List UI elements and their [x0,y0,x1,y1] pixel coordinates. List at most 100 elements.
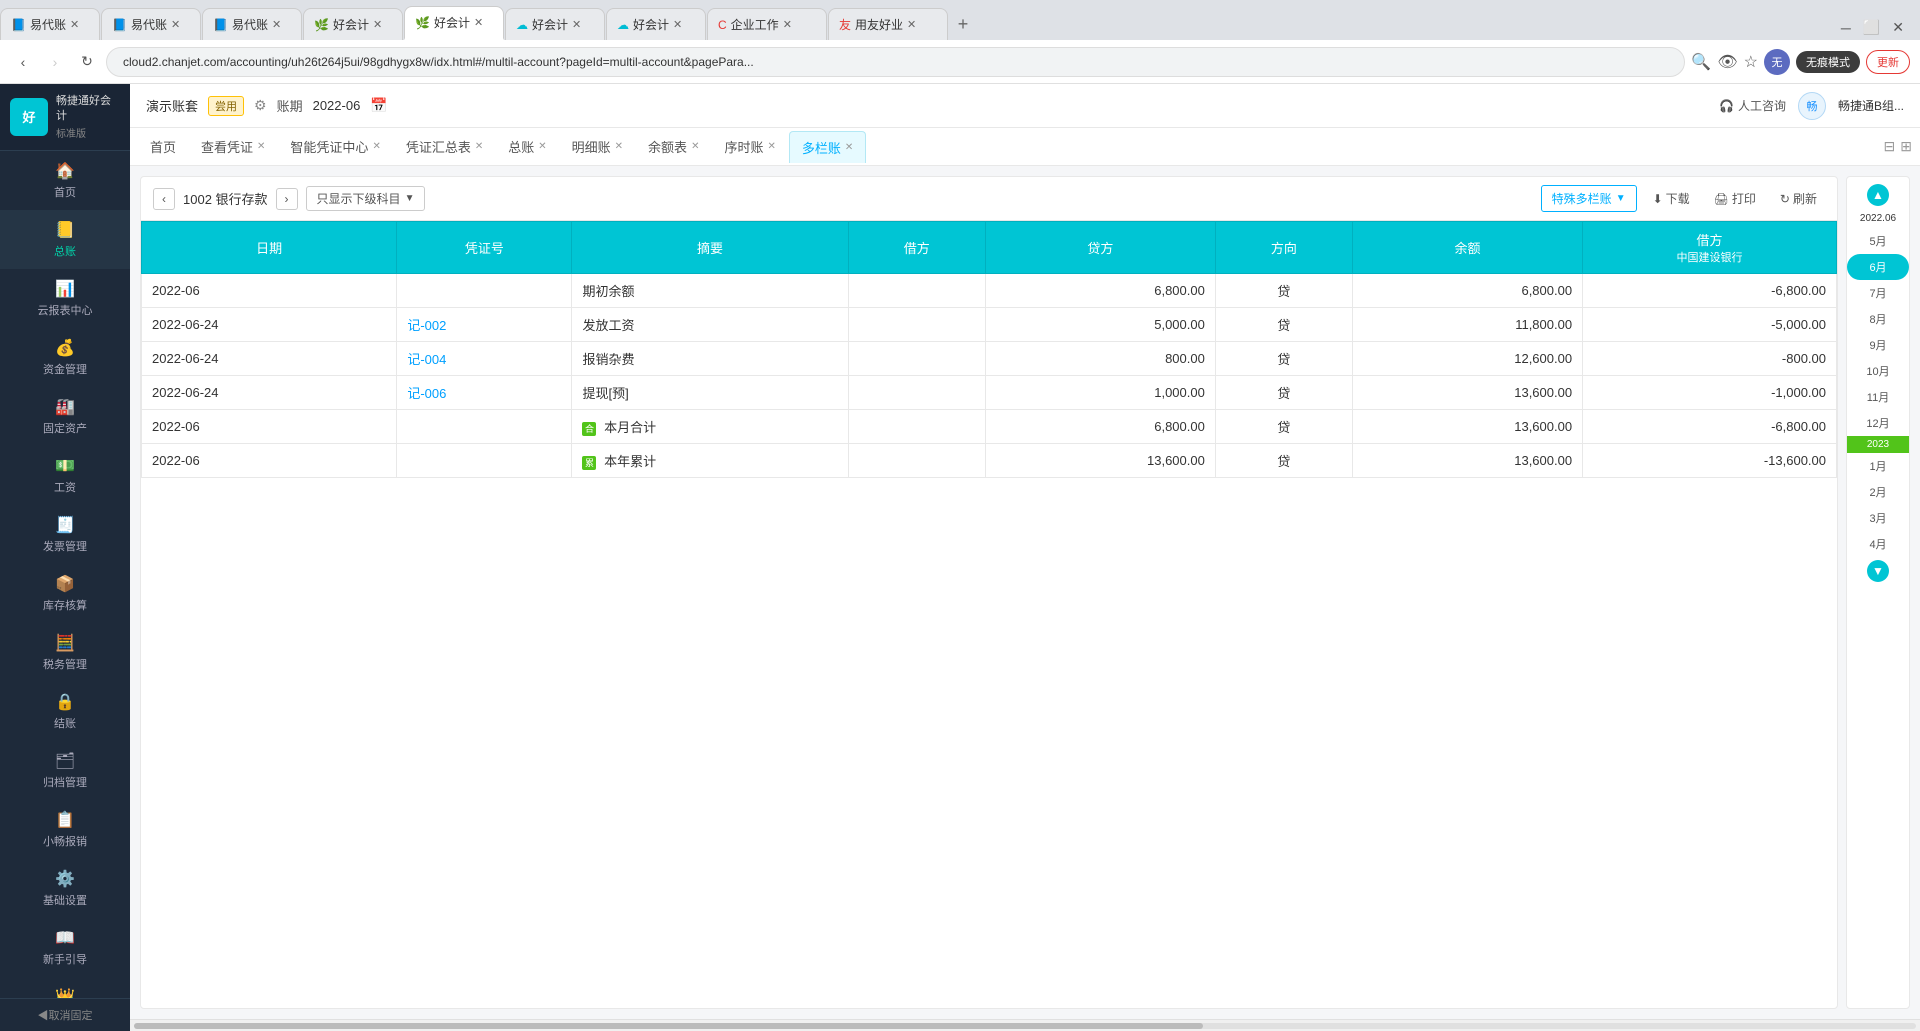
sidebar-item-member[interactable]: 👑 畅会员 [0,977,130,998]
settings-gear-icon[interactable]: ⚙ [254,97,267,114]
tab-smart[interactable]: 智能凭证中心 ✕ [278,131,392,162]
tab-8[interactable]: C 企业工作 ✕ [707,8,827,40]
sidebar-item-tax[interactable]: 🧮 税务管理 [0,623,130,682]
tab-balance[interactable]: 余额表 ✕ [636,131,711,162]
tab-5-close[interactable]: ✕ [474,16,483,29]
sidebar-item-home[interactable]: 🏠 首页 [0,151,130,210]
payroll-label: 工资 [54,479,76,495]
sidebar-item-ledger[interactable]: 📒 总账 [0,210,130,269]
sidebar-item-invoice[interactable]: 🧾 发票管理 [0,505,130,564]
print-button[interactable]: 🖨 打印 [1706,186,1764,211]
voucher-link-3[interactable]: 记-006 [407,386,446,401]
bookmark-icon[interactable]: ☆ [1744,52,1758,72]
tab-detail[interactable]: 明细账 ✕ [560,131,635,162]
tab-4-close[interactable]: ✕ [373,18,382,31]
tab-expand-icon[interactable]: ⊞ [1900,138,1912,155]
tab-multi-active[interactable]: 多栏账 ✕ [789,131,866,163]
refresh-button[interactable]: ↻ 刷新 [1772,186,1825,211]
tab-minimize-icon[interactable]: ⊟ [1884,138,1896,155]
close-icon[interactable]: ✕ [1892,19,1904,36]
tab-6[interactable]: ☁ 好会计 ✕ [505,8,605,40]
address-input[interactable] [106,47,1685,77]
sidebar-item-inventory[interactable]: 📦 库存核算 [0,564,130,623]
consult-button[interactable]: 🎧 人工咨询 [1719,97,1786,114]
download-button[interactable]: ⬇ 下载 [1645,186,1698,211]
tab-7-close[interactable]: ✕ [673,18,682,31]
new-tab-button[interactable]: + [949,10,977,38]
sub-filter-button[interactable]: 只显示下级科目 ▼ [306,186,426,211]
tab-5-active[interactable]: 🌿 好会计 ✕ [404,6,504,40]
cal-month-nov[interactable]: 11月 [1847,384,1909,410]
tab-voucher-close[interactable]: ✕ [257,141,265,152]
minimize-icon[interactable]: ─ [1841,20,1851,36]
pin-button[interactable]: ◀取消固定 [0,998,130,1031]
sidebar-item-guide[interactable]: 📖 新手引导 [0,918,130,977]
calendar-icon[interactable]: 📅 [370,97,387,114]
tab-3-close[interactable]: ✕ [272,18,281,31]
sidebar-item-finance[interactable]: 💰 资金管理 [0,328,130,387]
toolbar-right: 特殊多栏账 ▼ ⬇ 下载 🖨 打印 ↻ 刷新 [1541,185,1825,212]
sidebar-item-reports[interactable]: 📊 云报表中心 [0,269,130,328]
multi-col-button[interactable]: 特殊多栏账 ▼ [1541,185,1637,212]
tab-journal-close[interactable]: ✕ [767,141,775,152]
sidebar-item-archive[interactable]: 🗂 归档管理 [0,741,130,800]
tab-9[interactable]: 友 用友好业 ✕ [828,8,948,40]
tab-detail-close[interactable]: ✕ [615,141,623,152]
tab-6-close[interactable]: ✕ [572,18,581,31]
cal-month-jan[interactable]: 1月 [1847,453,1909,479]
tab-journal[interactable]: 序时账 ✕ [712,131,787,162]
cal-month-aug[interactable]: 8月 [1847,306,1909,332]
expense-icon: 📋 [55,810,75,830]
tab-8-close[interactable]: ✕ [783,18,792,31]
sidebar-item-closing[interactable]: 🔒 结账 [0,682,130,741]
cal-month-dec[interactable]: 12月 [1847,410,1909,436]
cal-month-jul[interactable]: 7月 [1847,280,1909,306]
cal-month-sep[interactable]: 9月 [1847,332,1909,358]
tab-1[interactable]: 📘 易代账 ✕ [0,8,100,40]
restore-icon[interactable]: ⬜ [1863,19,1880,36]
privacy-icon[interactable]: 👁 [1717,52,1737,72]
tab-3[interactable]: 📘 易代账 ✕ [202,8,302,40]
voucher-link-2[interactable]: 记-004 [407,352,446,367]
stealth-mode-button[interactable]: 无痕模式 [1796,51,1860,73]
sidebar-item-settings[interactable]: ⚙️ 基础设置 [0,859,130,918]
sidebar-item-assets[interactable]: 🏭 固定资产 [0,387,130,446]
cal-month-feb[interactable]: 2月 [1847,479,1909,505]
tab-home[interactable]: 首页 [138,131,188,162]
cal-up-nav[interactable]: ▲ [1867,184,1889,206]
tab-voucher[interactable]: 查看凭证 ✕ [189,131,277,162]
next-account-button[interactable]: › [276,188,298,210]
sidebar-item-payroll[interactable]: 💵 工资 [0,446,130,505]
cal-month-mar[interactable]: 3月 [1847,505,1909,531]
cal-month-may[interactable]: 5月 [1847,228,1909,254]
tab-1-close[interactable]: ✕ [70,18,79,31]
profile-icon[interactable]: 无 [1764,49,1790,75]
tab-2-close[interactable]: ✕ [171,18,180,31]
cal-month-oct[interactable]: 10月 [1847,358,1909,384]
cal-month-jun-active[interactable]: 6月 [1847,254,1909,280]
search-icon[interactable]: 🔍 [1691,52,1711,72]
forward-button[interactable]: › [42,49,68,75]
tab-7[interactable]: ☁ 好会计 ✕ [606,8,706,40]
bottom-scrollbar[interactable] [130,1019,1920,1031]
headset-icon: 🎧 [1719,99,1734,113]
back-button[interactable]: ‹ [10,49,36,75]
tab-general-close[interactable]: ✕ [538,141,546,152]
tab-2[interactable]: 📘 易代账 ✕ [101,8,201,40]
voucher-link-1[interactable]: 记-002 [407,318,446,333]
tab-smart-close[interactable]: ✕ [372,141,380,152]
cal-month-apr[interactable]: 4月 [1847,531,1909,557]
tab-voucher-sum-close[interactable]: ✕ [475,141,483,152]
header-right: 🎧 人工咨询 畅 畅捷通B组... [1719,92,1904,120]
tab-balance-close[interactable]: ✕ [691,141,699,152]
tab-general[interactable]: 总账 ✕ [496,131,558,162]
tab-4[interactable]: 🌿 好会计 ✕ [303,8,403,40]
tab-multi-close[interactable]: ✕ [845,142,853,153]
tab-voucher-sum[interactable]: 凭证汇总表 ✕ [394,131,495,162]
sidebar-item-expense[interactable]: 📋 小畅报销 [0,800,130,859]
tab-9-close[interactable]: ✕ [907,18,916,31]
prev-account-button[interactable]: ‹ [153,188,175,210]
update-button[interactable]: 更新 [1866,50,1910,74]
cal-down-nav[interactable]: ▼ [1867,560,1889,582]
reload-button[interactable]: ↻ [74,49,100,75]
